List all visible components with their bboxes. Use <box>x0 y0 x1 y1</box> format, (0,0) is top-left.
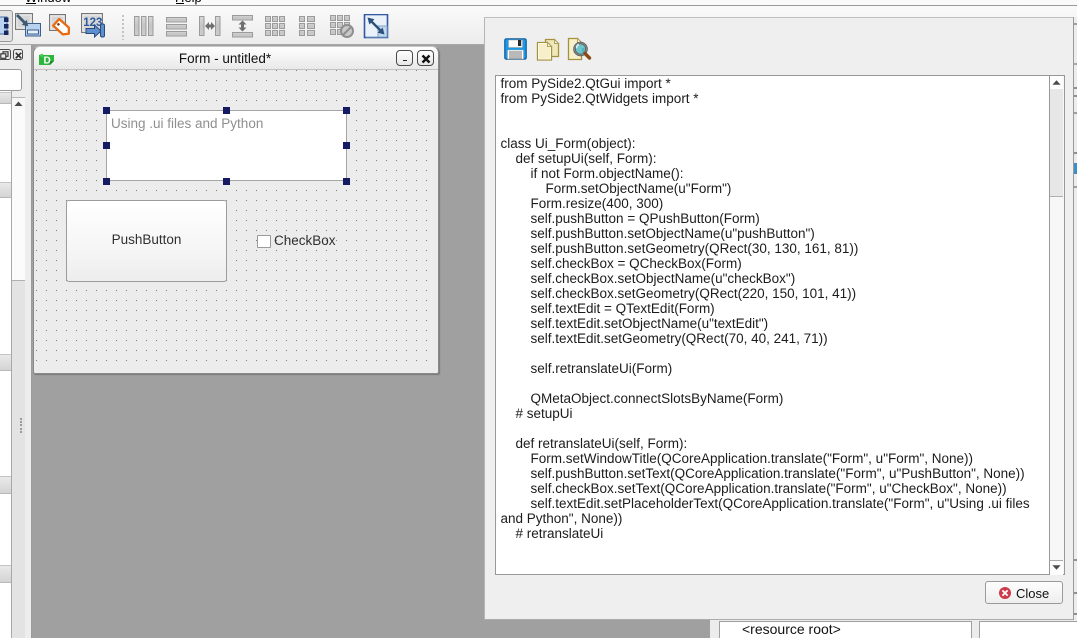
svg-text:D: D <box>44 56 51 67</box>
svg-text:123: 123 <box>83 17 102 29</box>
